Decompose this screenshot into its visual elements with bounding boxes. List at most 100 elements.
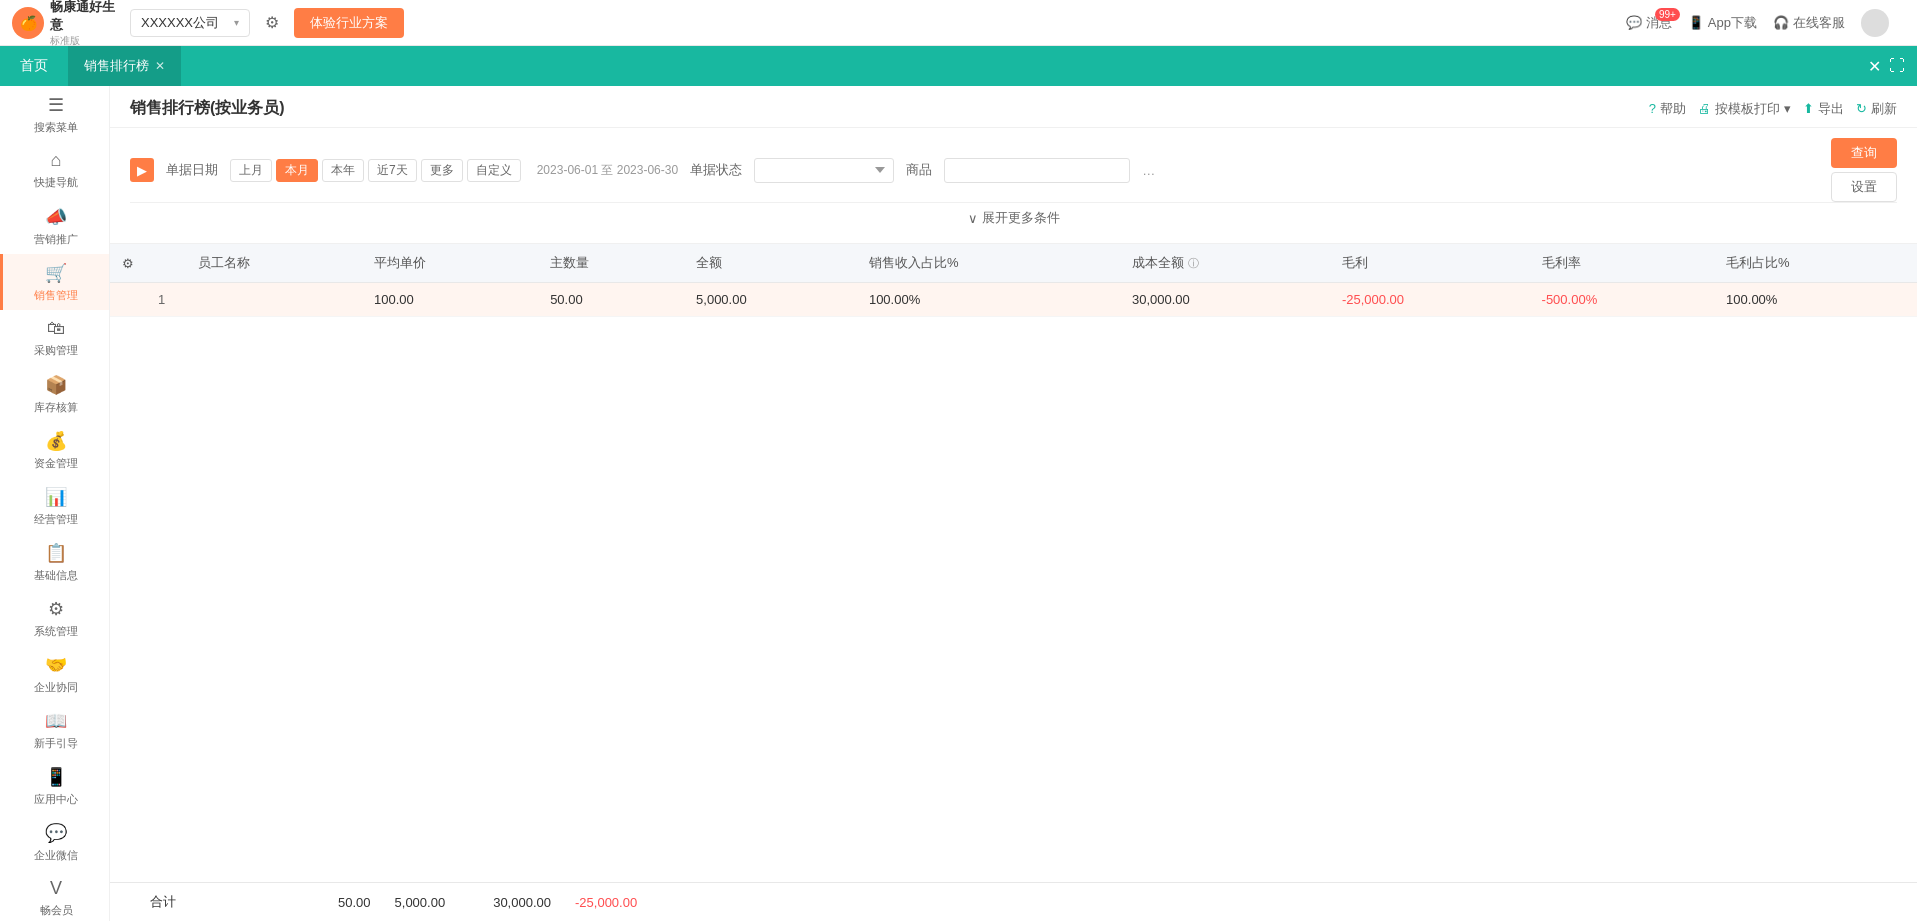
message-button[interactable]: 💬 消息 99+ [1626,14,1672,32]
sidebar-item-inventory[interactable]: 📦 库存核算 [0,366,109,422]
tab-sales-ranking[interactable]: 销售排行榜 ✕ [68,46,181,86]
print-icon: 🖨 [1698,101,1711,116]
date-btn-custom[interactable]: 自定义 [467,159,521,182]
sidebar-label-sales: 销售管理 [34,288,78,303]
cell-profit-rate: -500.00% [1530,283,1715,317]
table-footer: 合计 50.00 5,000.00 30,000.00 -25,000.00 [110,882,1917,921]
sidebar-item-marketing[interactable]: 📣 营销推广 [0,198,109,254]
sidebar-item-system[interactable]: ⚙ 系统管理 [0,590,109,646]
status-label: 单据状态 [690,161,742,179]
app-download-button[interactable]: 📱 App下载 [1688,14,1757,32]
table-settings-icon[interactable]: ⚙ [122,256,134,271]
col-qty: 主数量 [538,244,684,283]
main-layout: ☰ 搜索菜单 ⌂ 快捷导航 📣 营销推广 🛒 销售管理 🛍 采购管理 📦 库存核… [0,86,1917,921]
sidebar-item-appstore[interactable]: 📱 应用中心 [0,758,109,814]
sidebar-item-guide[interactable]: 📖 新手引导 [0,702,109,758]
filter-bar: ▶ 单据日期 上月 本月 本年 近7天 更多 自定义 2023-06-01 至 … [110,128,1917,244]
company-name: XXXXXX公司 [141,14,230,32]
date-btn-more[interactable]: 更多 [421,159,463,182]
date-btn-7days[interactable]: 近7天 [368,159,417,182]
sidebar-item-search[interactable]: ☰ 搜索菜单 [0,86,109,142]
member-icon: V [50,878,62,899]
footer-qty: 50.00 [326,895,383,910]
sidebar-label-system: 系统管理 [34,624,78,639]
table-wrapper: ⚙ 员工名称 平均单价 主数量 全额 销售收入占比% 成本全额 ⓘ 毛利 [110,244,1917,882]
top-right-actions: 💬 消息 99+ 📱 App下载 🎧 在线客服 [1626,9,1905,37]
footer-cells: 50.00 5,000.00 30,000.00 -25,000.00 [302,895,1905,910]
logo-area: 🍊 畅康通好生意 标准版 [12,0,122,48]
header-actions: ? 帮助 🖨 按模板打印 ▾ ⬆ 导出 ↻ 刷新 [1649,100,1897,118]
date-btn-this-month[interactable]: 本月 [276,159,318,182]
col-cost: 成本全额 ⓘ [1120,244,1330,283]
message-badge: 99+ [1655,8,1680,21]
footer-cost: 30,000.00 [481,895,563,910]
print-chevron-icon: ▾ [1784,101,1791,116]
export-button[interactable]: ⬆ 导出 [1803,100,1844,118]
col-sales-pct: 销售收入占比% [857,244,1120,283]
company-selector[interactable]: XXXXXX公司 ▾ [130,9,250,37]
sidebar-item-operations[interactable]: 📊 经营管理 [0,478,109,534]
online-service-button[interactable]: 🎧 在线客服 [1773,14,1845,32]
message-icon: 💬 [1626,15,1642,30]
table-row: 1 100.00 50.00 5,000.00 100.00% 30,000.0… [110,283,1917,317]
refresh-icon: ↻ [1856,101,1867,116]
cell-name [186,283,362,317]
setting-button[interactable]: 设置 [1831,172,1897,202]
sidebar-label-appstore: 应用中心 [34,792,78,807]
sidebar-label-weixin: 企业微信 [34,848,78,863]
sidebar-item-weixin[interactable]: 💬 企业微信 [0,814,109,870]
col-amount: 全额 [684,244,857,283]
inventory-icon: 📦 [45,374,67,396]
date-btn-this-year[interactable]: 本年 [322,159,364,182]
sales-ranking-table: ⚙ 员工名称 平均单价 主数量 全额 销售收入占比% 成本全额 ⓘ 毛利 [110,244,1917,317]
tab-home[interactable]: 首页 [0,46,68,86]
col-name: 员工名称 [186,244,362,283]
expand-more-button[interactable]: ∨ 展开更多条件 [130,202,1897,233]
sidebar-label-finance: 资金管理 [34,456,78,471]
export-icon: ⬆ [1803,101,1814,116]
settings-icon[interactable]: ⚙ [258,9,286,37]
page-header: 销售排行榜(按业务员) ? 帮助 🖨 按模板打印 ▾ ⬆ 导出 ↻ 刷新 [110,86,1917,128]
top-bar: 🍊 畅康通好生意 标准版 XXXXXX公司 ▾ ⚙ 体验行业方案 💬 消息 99… [0,0,1917,46]
sidebar-item-basics[interactable]: 📋 基础信息 [0,534,109,590]
sidebar-item-sales[interactable]: 🛒 销售管理 [0,254,109,310]
sidebar-item-enterprise[interactable]: 🤝 企业协同 [0,646,109,702]
cell-qty: 50.00 [538,283,684,317]
goods-input[interactable] [944,158,1130,183]
sidebar-label-guide: 新手引导 [34,736,78,751]
trial-button[interactable]: 体验行业方案 [294,8,404,38]
more-filters-icon[interactable]: … [1142,163,1155,178]
sidebar-item-member[interactable]: V 畅会员 [0,870,109,921]
help-button[interactable]: ? 帮助 [1649,100,1686,118]
close-window-icon[interactable]: ✕ [1868,57,1881,76]
home-icon: ⌂ [51,150,62,171]
refresh-button[interactable]: ↻ 刷新 [1856,100,1897,118]
sidebar-label-operations: 经营管理 [34,512,78,527]
tab-bar: 首页 销售排行榜 ✕ ✕ ⛶ [0,46,1917,86]
tab-actions: ✕ ⛶ [1856,57,1917,76]
date-btn-last-month[interactable]: 上月 [230,159,272,182]
template-print-button[interactable]: 🖨 按模板打印 ▾ [1698,100,1791,118]
sidebar-item-purchase[interactable]: 🛍 采购管理 [0,310,109,366]
cell-sales-pct: 100.00% [857,283,1120,317]
tab-close-icon[interactable]: ✕ [155,59,165,73]
filter-toggle-icon[interactable]: ▶ [130,158,154,182]
avatar[interactable] [1861,9,1889,37]
cell-settings [110,283,146,317]
col-rank [146,244,186,283]
maximize-icon[interactable]: ⛶ [1889,57,1905,75]
weixin-icon: 💬 [45,822,67,844]
sidebar-item-finance[interactable]: 💰 资金管理 [0,422,109,478]
status-select[interactable] [754,158,894,183]
cost-info-icon[interactable]: ⓘ [1188,257,1199,269]
page-title: 销售排行榜(按业务员) [130,98,285,119]
cell-profit: -25,000.00 [1330,283,1530,317]
cell-amount: 5,000.00 [684,283,857,317]
sidebar-label-search: 搜索菜单 [34,120,78,135]
sidebar-label-marketing: 营销推广 [34,232,78,247]
sidebar-item-quicknav[interactable]: ⌂ 快捷导航 [0,142,109,198]
table-header-row: ⚙ 员工名称 平均单价 主数量 全额 销售收入占比% 成本全额 ⓘ 毛利 [110,244,1917,283]
sidebar-label-enterprise: 企业协同 [34,680,78,695]
query-button[interactable]: 查询 [1831,138,1897,168]
cell-cost: 30,000.00 [1120,283,1330,317]
